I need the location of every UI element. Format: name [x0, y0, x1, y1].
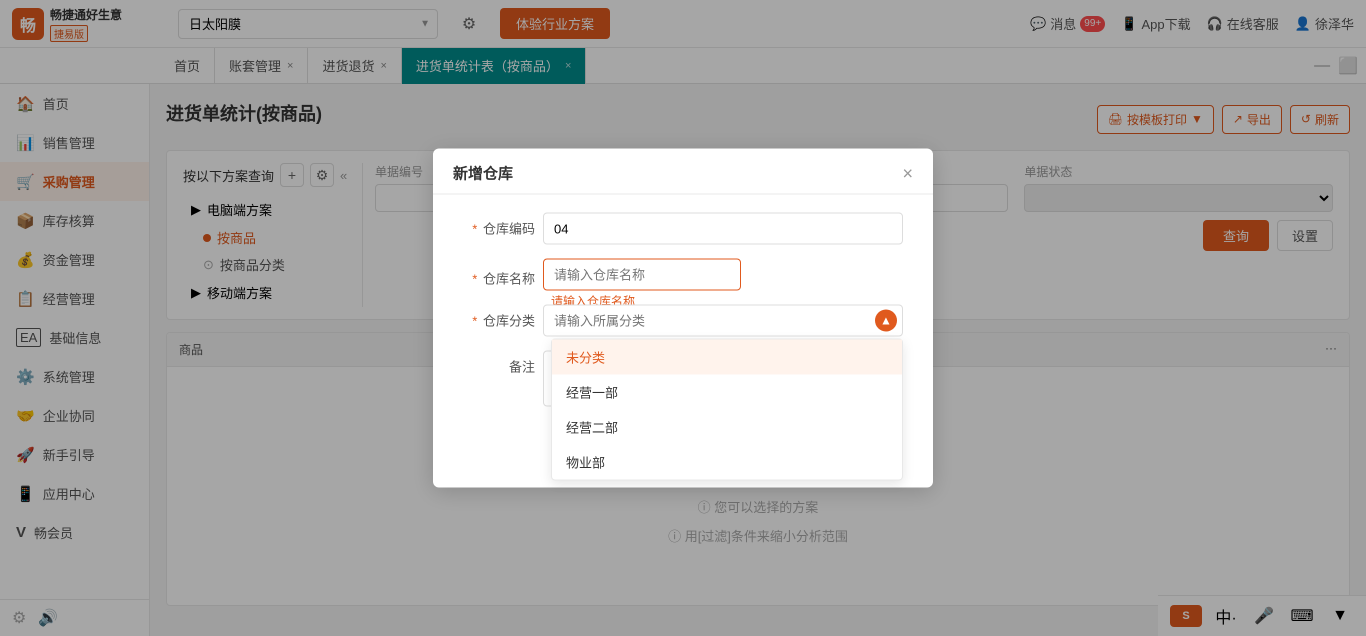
new-warehouse-modal: 新增仓库 × * 仓库编码 * 仓库名称 请输入仓库名称	[433, 149, 933, 488]
dropdown-item-1[interactable]: 经营一部	[552, 375, 902, 410]
form-row-code: * 仓库编码	[463, 213, 903, 245]
warehouse-code-input[interactable]	[543, 213, 903, 245]
modal-title: 新增仓库	[453, 163, 513, 184]
code-label: * 仓库编码	[463, 213, 543, 238]
modal-body: * 仓库编码 * 仓库名称 请输入仓库名称 * 仓库分类	[433, 195, 933, 431]
required-star-code: *	[472, 222, 477, 237]
name-label: * 仓库名称	[463, 262, 543, 287]
required-star-category: *	[472, 314, 477, 329]
category-toggle-btn[interactable]: ▲	[875, 310, 897, 332]
category-input[interactable]	[543, 305, 903, 337]
modal-close-button[interactable]: ×	[902, 164, 913, 182]
name-label-text: 仓库名称	[483, 271, 535, 286]
notes-label: 备注	[463, 351, 543, 376]
code-label-text: 仓库编码	[483, 222, 535, 237]
required-star-name: *	[472, 271, 477, 286]
category-label-text: 仓库分类	[483, 314, 535, 329]
modal-header: 新增仓库 ×	[433, 149, 933, 195]
category-dropdown: 未分类 经营一部 经营二部 物业部	[551, 339, 903, 481]
category-input-wrap: ▲	[543, 305, 903, 337]
form-row-category: * 仓库分类 ▲ 未分类 经营一部 经营二部 物业部	[463, 305, 903, 337]
dropdown-item-2[interactable]: 经营二部	[552, 410, 902, 445]
category-label: * 仓库分类	[463, 305, 543, 330]
dropdown-item-3[interactable]: 物业部	[552, 445, 902, 480]
warehouse-name-input[interactable]	[543, 259, 741, 291]
form-row-name: * 仓库名称 请输入仓库名称	[463, 259, 903, 291]
notes-label-text: 备注	[509, 360, 535, 375]
dropdown-item-0[interactable]: 未分类	[552, 340, 902, 375]
